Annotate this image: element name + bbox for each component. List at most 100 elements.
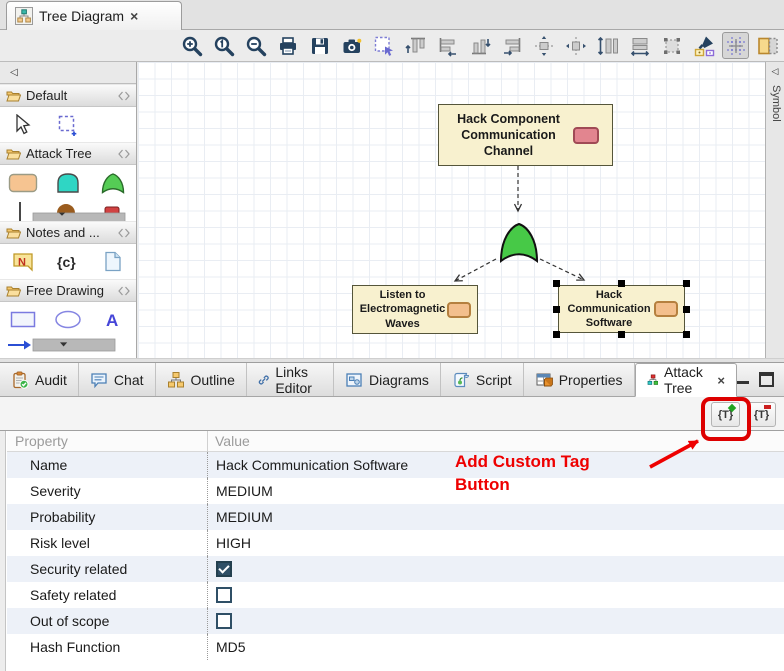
value-cell[interactable]: MEDIUM: [207, 504, 784, 530]
table-row[interactable]: SeverityMEDIUM: [7, 478, 784, 504]
add-custom-tag-button[interactable]: {T}: [711, 402, 740, 427]
align-bottom-icon[interactable]: [466, 32, 493, 59]
attack-node-tool[interactable]: [0, 173, 45, 193]
palette-section-label: Attack Tree: [26, 146, 113, 161]
node-tag-badge[interactable]: [447, 302, 471, 318]
tab-attack-tree[interactable]: Attack Tree ×: [635, 363, 738, 397]
note-tool[interactable]: N: [0, 252, 45, 272]
match-height-icon[interactable]: [594, 32, 621, 59]
pin-icon[interactable]: [118, 91, 130, 101]
table-row[interactable]: Risk levelHIGH: [7, 530, 784, 556]
column-divider[interactable]: [207, 431, 208, 452]
tab-close-icon[interactable]: ×: [130, 9, 138, 23]
pin-icon[interactable]: [118, 149, 130, 159]
node-tag-badge[interactable]: [654, 301, 678, 317]
tab-script[interactable]: Script: [441, 363, 524, 396]
table-row[interactable]: ProbabilityMEDIUM: [7, 504, 784, 530]
tab-diagrams[interactable]: Diagrams: [334, 363, 441, 396]
node-listen-to-electromagnetic-waves[interactable]: Listen to Electromagnetic Waves: [352, 285, 478, 334]
match-width-icon[interactable]: [626, 32, 653, 59]
value-cell[interactable]: [207, 582, 784, 608]
screenshot-icon[interactable]: [338, 32, 365, 59]
selection-handle-sw[interactable]: [553, 331, 560, 338]
checkbox-unchecked[interactable]: [216, 587, 232, 603]
tab-chat[interactable]: Chat: [79, 363, 156, 396]
value-cell[interactable]: MD5: [207, 634, 784, 660]
center-vertically-icon[interactable]: [530, 32, 557, 59]
copy-format-icon[interactable]: [690, 32, 717, 59]
checkbox-unchecked[interactable]: [216, 613, 232, 629]
tab-close-icon[interactable]: ×: [717, 373, 725, 388]
tab-outline[interactable]: Outline: [156, 363, 247, 396]
chat-icon: [90, 371, 108, 389]
zoom-in-icon[interactable]: [178, 32, 205, 59]
table-header[interactable]: Property Value: [7, 431, 784, 452]
palette-section-free-drawing[interactable]: Free Drawing: [0, 279, 136, 302]
align-top-icon[interactable]: [402, 32, 429, 59]
toggle-grid-icon[interactable]: [722, 32, 749, 59]
column-header-property[interactable]: Property: [15, 433, 68, 449]
minimize-button[interactable]: [737, 381, 749, 384]
value-cell[interactable]: HIGH: [207, 530, 784, 556]
value-cell[interactable]: [207, 556, 784, 582]
table-row[interactable]: Safety related: [7, 582, 784, 608]
tab-tree-diagram[interactable]: Tree Diagram ×: [6, 1, 182, 30]
palette-section-notes[interactable]: Notes and ...: [0, 221, 136, 244]
node-label: Hack Communication Software: [567, 288, 650, 331]
pin-icon[interactable]: [118, 228, 130, 238]
center-horizontally-icon[interactable]: [562, 32, 589, 59]
node-hack-component-communication-channel[interactable]: Hack Component Communication Channel: [438, 104, 613, 166]
or-gate[interactable]: [497, 220, 541, 264]
or-gate-tool[interactable]: [90, 172, 135, 194]
table-row[interactable]: NameHack Communication Software: [7, 452, 784, 478]
selection-handle-ne[interactable]: [683, 280, 690, 287]
selection-handle-s[interactable]: [618, 331, 625, 338]
palette-section-attack-tree[interactable]: Attack Tree: [0, 142, 136, 165]
checkbox-checked[interactable]: [216, 561, 232, 577]
select-tool[interactable]: [0, 114, 45, 136]
svg-text:{c}: {c}: [57, 254, 76, 270]
print-icon[interactable]: [274, 32, 301, 59]
table-row[interactable]: Out of scope: [7, 608, 784, 634]
node-tag-badge[interactable]: [573, 127, 599, 144]
marquee-select-tool[interactable]: [45, 113, 90, 137]
selection-handle-nw[interactable]: [553, 280, 560, 287]
table-row[interactable]: Hash FunctionMD5: [7, 634, 784, 660]
document-tool[interactable]: [90, 251, 135, 272]
marquee-zoom-icon[interactable]: [370, 32, 397, 59]
selection-handle-n[interactable]: [618, 280, 625, 287]
pin-icon[interactable]: [118, 286, 130, 296]
palette-collapse-icon[interactable]: ◁: [10, 67, 18, 78]
selection-handle-w[interactable]: [553, 306, 560, 313]
ellipse-tool[interactable]: [45, 310, 90, 329]
and-gate-tool[interactable]: [45, 172, 90, 194]
symbol-panel-collapsed[interactable]: ◁ Symbol: [765, 62, 784, 358]
column-header-value[interactable]: Value: [215, 433, 250, 449]
zoom-out-icon[interactable]: [242, 32, 269, 59]
text-tool[interactable]: A: [90, 310, 135, 330]
edit-symbol-icon[interactable]: [754, 32, 781, 59]
zoom-original-icon[interactable]: [210, 32, 237, 59]
tab-audit[interactable]: Audit: [0, 363, 79, 396]
remove-tag-button[interactable]: {T}: [747, 402, 776, 427]
expand-panel-icon[interactable]: ◁: [766, 66, 784, 77]
table-row[interactable]: Security related: [7, 556, 784, 582]
diagram-canvas[interactable]: Hack Component Communication Channel Lis…: [138, 62, 765, 358]
constraint-tool[interactable]: {c}: [45, 252, 90, 272]
tab-links-editor[interactable]: Links Editor: [247, 363, 334, 396]
rectangle-tool[interactable]: [0, 311, 45, 328]
maximize-button[interactable]: [759, 372, 774, 387]
property-cell: Security related: [7, 561, 207, 577]
auto-resize-icon[interactable]: [658, 32, 685, 59]
selection-handle-se[interactable]: [683, 331, 690, 338]
palette-partial-row[interactable]: [0, 200, 136, 221]
value-cell[interactable]: [207, 608, 784, 634]
tab-properties[interactable]: Properties: [524, 363, 635, 396]
align-right-icon[interactable]: [498, 32, 525, 59]
align-left-icon[interactable]: [434, 32, 461, 59]
connection-tool-row[interactable]: [0, 337, 136, 358]
save-icon[interactable]: [306, 32, 333, 59]
node-hack-communication-software[interactable]: Hack Communication Software: [558, 285, 685, 333]
palette-section-default[interactable]: Default: [0, 84, 136, 107]
selection-handle-e[interactable]: [683, 306, 690, 313]
